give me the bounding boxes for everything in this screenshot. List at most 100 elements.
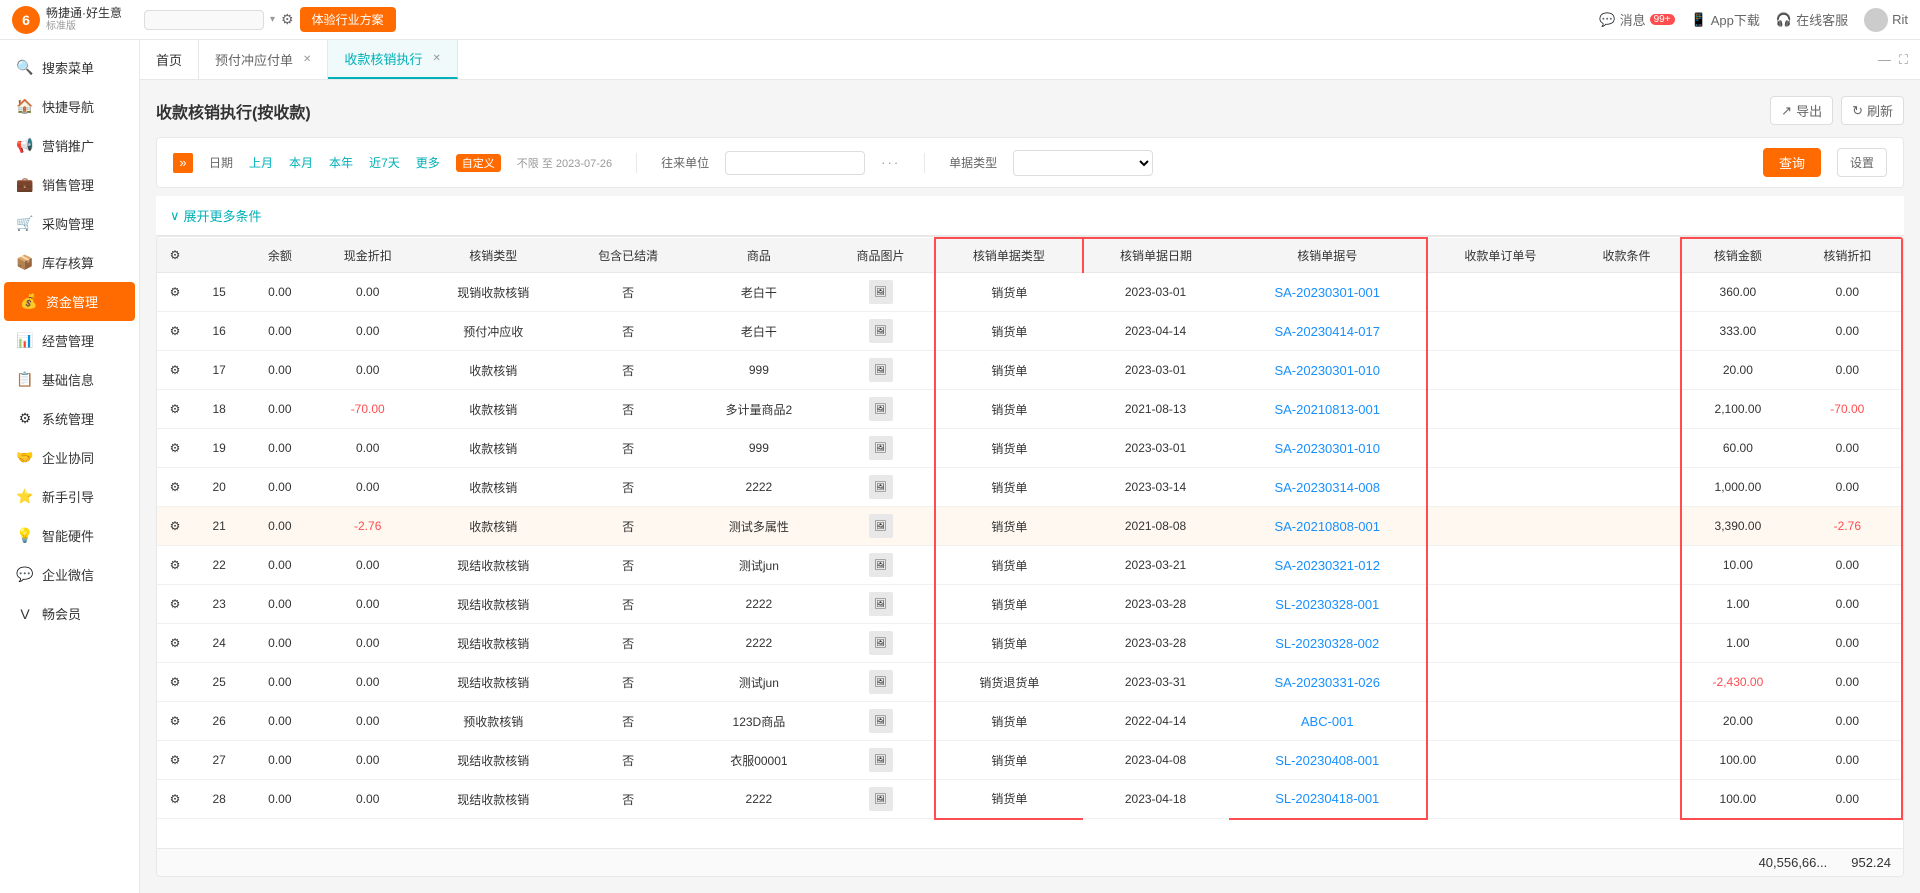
cell-writeoff-bill-no[interactable]: SA-20230331-026 xyxy=(1229,663,1427,702)
tab-prepay[interactable]: 预付冲应付单 ✕ xyxy=(199,40,328,79)
tab-collection[interactable]: 收款核销执行 ✕ xyxy=(328,40,457,79)
cell-writeoff-bill-no[interactable]: SL-20230408-001 xyxy=(1229,741,1427,780)
online-service[interactable]: 🎧 在线客服 xyxy=(1776,10,1848,29)
top-bar-right: 💬 消息 99+ 📱 App下载 🎧 在线客服 Rit xyxy=(1599,8,1908,32)
cell-cash-discount: 0.00 xyxy=(314,663,421,702)
cell-writeoff-bill-no[interactable]: SA-20230301-010 xyxy=(1229,351,1427,390)
sidebar-item-base[interactable]: 📋 基础信息 xyxy=(0,360,139,399)
cell-receipt-order-no xyxy=(1427,585,1573,624)
cell-settings[interactable]: ⚙ xyxy=(157,585,193,624)
cell-settings[interactable]: ⚙ xyxy=(157,780,193,819)
table-row: ⚙ 19 0.00 0.00 收款核销 否 999 🖼 销货单 2023-03-… xyxy=(157,429,1902,468)
sidebar-item-purchase[interactable]: 🛒 采购管理 xyxy=(0,204,139,243)
cell-product: 999 xyxy=(691,351,827,390)
cell-writeoff-bill-no[interactable]: SA-20230321-012 xyxy=(1229,546,1427,585)
cell-writeoff-amount: 100.00 xyxy=(1681,780,1794,819)
expand-more-btn[interactable]: ∨ 展开更多条件 xyxy=(162,202,270,229)
cell-settings[interactable]: ⚙ xyxy=(157,663,193,702)
app-download[interactable]: 📱 App下载 xyxy=(1691,10,1760,29)
sidebar-item-wecom[interactable]: 💬 企业微信 xyxy=(0,555,139,594)
col-header-settings[interactable]: ⚙ xyxy=(157,238,193,273)
cell-settings[interactable]: ⚙ xyxy=(157,741,193,780)
date-7days[interactable]: 近7天 xyxy=(369,154,400,171)
sidebar-item-guide[interactable]: ⭐ 新手引导 xyxy=(0,477,139,516)
breadcrumb-input[interactable] xyxy=(144,10,264,30)
cell-writeoff-amount: 2,100.00 xyxy=(1681,390,1794,429)
cell-writeoff-discount: 0.00 xyxy=(1794,780,1902,819)
notification-area[interactable]: 💬 消息 99+ xyxy=(1599,10,1674,29)
tab-collection-close-icon[interactable]: ✕ xyxy=(432,53,440,64)
cell-product: 衣服00001 xyxy=(691,741,827,780)
sidebar-item-inventory[interactable]: 📦 库存核算 xyxy=(0,243,139,282)
sidebar-item-marketing[interactable]: 📢 营销推广 xyxy=(0,126,139,165)
gear-icon[interactable]: ⚙ xyxy=(281,11,294,28)
cell-cash-discount: -2.76 xyxy=(314,507,421,546)
sales-icon: 💼 xyxy=(16,176,34,193)
industry-btn[interactable]: 体验行业方案 xyxy=(300,7,396,32)
refresh-button[interactable]: ↻ 刷新 xyxy=(1841,96,1904,125)
cell-settings[interactable]: ⚙ xyxy=(157,702,193,741)
cell-writeoff-bill-no[interactable]: SA-20230301-010 xyxy=(1229,429,1427,468)
cell-writeoff-bill-no[interactable]: SL-20230418-001 xyxy=(1229,780,1427,819)
date-last-month[interactable]: 上月 xyxy=(249,154,273,171)
filter-toggle-btn[interactable]: » xyxy=(173,153,193,173)
custom-date-btn[interactable]: 自定义 xyxy=(456,154,501,172)
table-header-row: ⚙ 余额 现金折扣 核销类型 包含已结清 商品 商品图片 核销单据类型 核销单据… xyxy=(157,238,1902,273)
export-button[interactable]: ↗ 导出 xyxy=(1770,96,1833,125)
sidebar-label-finance: 资金管理 xyxy=(46,292,98,311)
cell-balance: 0.00 xyxy=(245,702,314,741)
sidebar-item-hardware[interactable]: 💡 智能硬件 xyxy=(0,516,139,555)
sidebar-item-member[interactable]: V 畅会员 xyxy=(0,594,139,633)
cell-rowno: 17 xyxy=(193,351,245,390)
cell-writeoff-bill-no[interactable]: SL-20230328-002 xyxy=(1229,624,1427,663)
date-this-month[interactable]: 本月 xyxy=(289,154,313,171)
cell-writeoff-bill-no[interactable]: SA-20230314-008 xyxy=(1229,468,1427,507)
cell-cash-discount: 0.00 xyxy=(314,429,421,468)
bill-type-select[interactable] xyxy=(1013,150,1153,176)
tab-home[interactable]: 首页 xyxy=(140,40,199,79)
cell-settings[interactable]: ⚙ xyxy=(157,624,193,663)
query-button[interactable]: 查询 xyxy=(1763,148,1821,177)
cell-writeoff-bill-no[interactable]: SA-20230414-017 xyxy=(1229,312,1427,351)
cell-settings[interactable]: ⚙ xyxy=(157,351,193,390)
date-more[interactable]: 更多 xyxy=(416,154,440,171)
sidebar-item-search[interactable]: 🔍 搜索菜单 xyxy=(0,48,139,87)
cell-writeoff-type: 预收款核销 xyxy=(421,702,565,741)
cell-settings[interactable]: ⚙ xyxy=(157,273,193,312)
sidebar-item-shortcut[interactable]: 🏠 快捷导航 xyxy=(0,87,139,126)
cell-rowno: 18 xyxy=(193,390,245,429)
base-icon: 📋 xyxy=(16,371,34,388)
cell-settings[interactable]: ⚙ xyxy=(157,468,193,507)
cell-writeoff-bill-no[interactable]: SA-20210808-001 xyxy=(1229,507,1427,546)
cell-settings[interactable]: ⚙ xyxy=(157,507,193,546)
from-unit-input[interactable] xyxy=(725,151,865,175)
cell-settings[interactable]: ⚙ xyxy=(157,312,193,351)
user-name[interactable]: Rit xyxy=(1864,8,1908,32)
sidebar-item-operations[interactable]: 📊 经营管理 xyxy=(0,321,139,360)
wecom-icon: 💬 xyxy=(16,566,34,583)
dropdown-arrow-icon[interactable]: ▾ xyxy=(270,14,275,25)
table-settings-button[interactable]: 设置 xyxy=(1837,148,1887,177)
sidebar-item-sales[interactable]: 💼 销售管理 xyxy=(0,165,139,204)
window-maximize-icon[interactable]: ⛶ xyxy=(1899,52,1908,68)
cell-writeoff-bill-no[interactable]: ABC-001 xyxy=(1229,702,1427,741)
window-minimize-icon[interactable]: — xyxy=(1878,52,1891,67)
tab-prepay-close-icon[interactable]: ✕ xyxy=(303,54,311,65)
cell-receipt-conditions xyxy=(1573,273,1681,312)
cell-include-cleared: 否 xyxy=(565,273,691,312)
cell-writeoff-bill-no[interactable]: SA-20210813-001 xyxy=(1229,390,1427,429)
sidebar-item-corp[interactable]: 🤝 企业协同 xyxy=(0,438,139,477)
cell-writeoff-discount: -2.76 xyxy=(1794,507,1902,546)
sidebar-item-system[interactable]: ⚙ 系统管理 xyxy=(0,399,139,438)
cell-writeoff-bill-no[interactable]: SA-20230301-001 xyxy=(1229,273,1427,312)
sidebar-item-finance[interactable]: 💰 资金管理 xyxy=(4,282,135,321)
cell-settings[interactable]: ⚙ xyxy=(157,546,193,585)
date-this-year[interactable]: 本年 xyxy=(329,154,353,171)
cell-settings[interactable]: ⚙ xyxy=(157,429,193,468)
table-scroll-area[interactable]: ⚙ 余额 现金折扣 核销类型 包含已结清 商品 商品图片 核销单据类型 核销单据… xyxy=(157,237,1903,848)
cell-cash-discount: 0.00 xyxy=(314,585,421,624)
cell-settings[interactable]: ⚙ xyxy=(157,390,193,429)
from-unit-label: 往来单位 xyxy=(661,154,709,171)
cell-product-image: 🖼 xyxy=(827,351,935,390)
cell-writeoff-bill-no[interactable]: SL-20230328-001 xyxy=(1229,585,1427,624)
